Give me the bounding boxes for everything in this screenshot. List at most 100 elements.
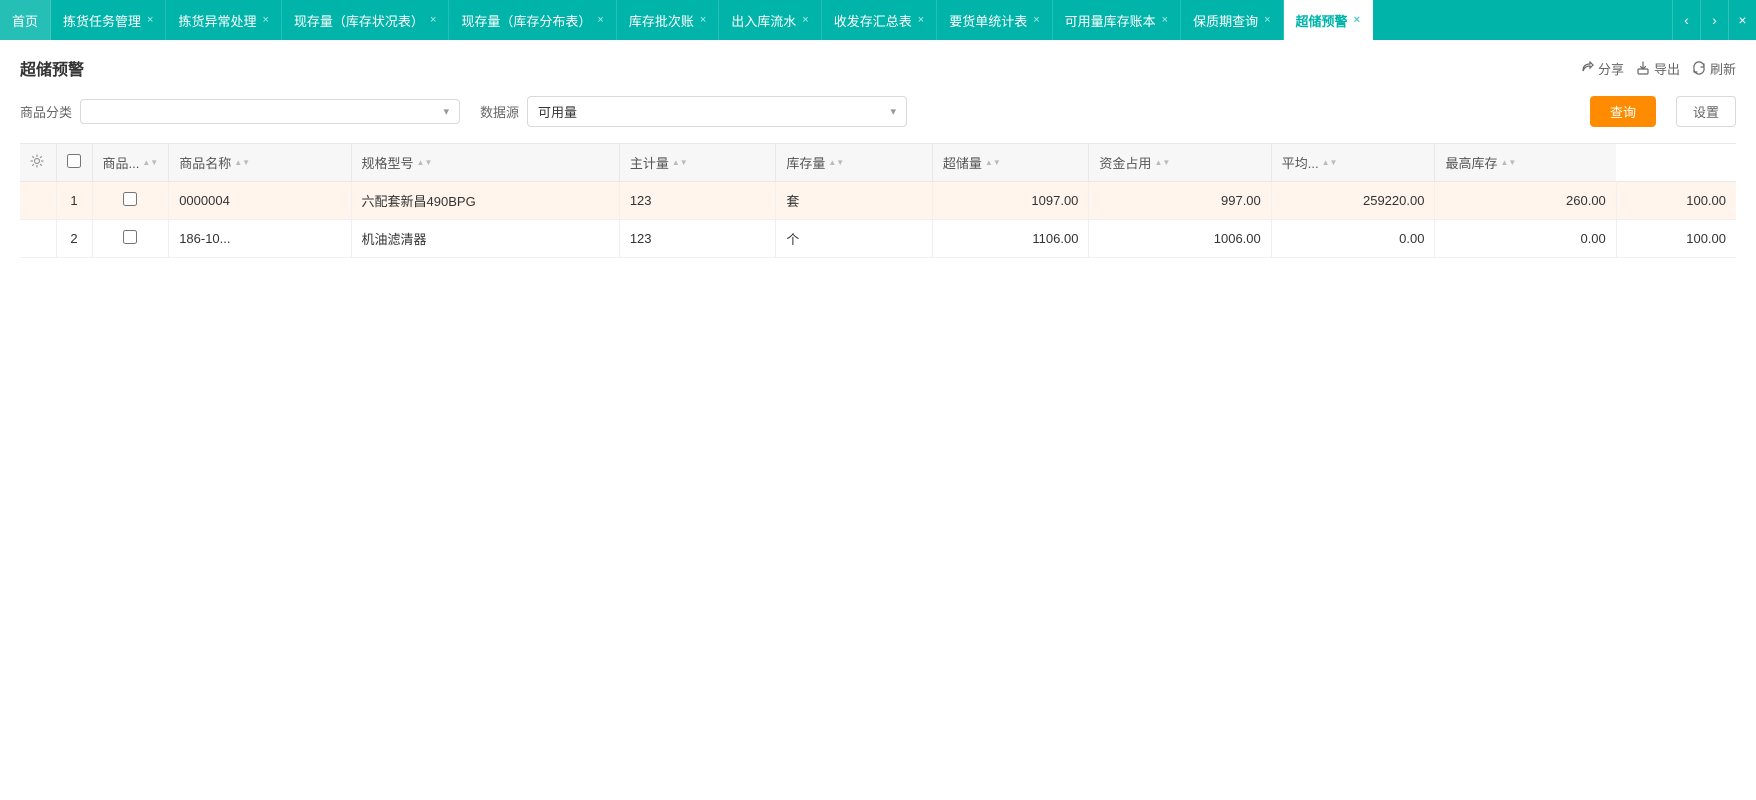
th-stock-sort[interactable]: 库存量 ▲▼ [786, 153, 844, 172]
row-max-stock-1: 100.00 [1616, 220, 1736, 258]
row-checkbox-1[interactable] [123, 230, 137, 244]
share-label: 分享 [1598, 59, 1624, 78]
nav-prev-btn[interactable]: ‹ [1672, 0, 1700, 40]
nav-item-exception[interactable]: 拣货异常处理 × [166, 0, 281, 40]
row-gear-0 [20, 182, 56, 220]
nav-item-stock2[interactable]: 现存量（库存分布表） × [449, 0, 616, 40]
nav-close-demand[interactable]: × [1033, 14, 1039, 26]
data-table: 商品... ▲▼ 商品名称 ▲▼ 规格型号 ▲▼ [20, 143, 1736, 258]
settings-button[interactable]: 设置 [1676, 96, 1736, 127]
query-button[interactable]: 查询 [1590, 96, 1656, 127]
table-header-row: 商品... ▲▼ 商品名称 ▲▼ 规格型号 ▲▼ [20, 144, 1736, 182]
category-select[interactable]: ▾ [80, 99, 460, 124]
export-action[interactable]: 导出 [1636, 59, 1680, 78]
th-max-stock-sort[interactable]: 最高库存 ▲▼ [1445, 153, 1516, 172]
top-navigation: 首页 拣货任务管理 × 拣货异常处理 × 现存量（库存状况表） × 现存量（库存… [0, 0, 1756, 40]
nav-close-stock2[interactable]: × [597, 14, 603, 26]
refresh-action[interactable]: 刷新 [1692, 59, 1736, 78]
row-capital-0: 259220.00 [1271, 182, 1435, 220]
row-gear-1 [20, 220, 56, 258]
th-overstock: 超储量 ▲▼ [932, 144, 1089, 182]
refresh-label: 刷新 [1710, 59, 1736, 78]
row-product-code-0: 0000004 [169, 182, 351, 220]
nav-item-batch[interactable]: 库存批次账 × [617, 0, 719, 40]
row-unit-1: 个 [776, 220, 933, 258]
nav-label-task: 拣货任务管理 [63, 11, 141, 30]
th-overstock-sort[interactable]: 超储量 ▲▼ [943, 153, 1001, 172]
table-body: 1 0000004 六配套新昌490BPG 123 套 1097.00 997.… [20, 182, 1736, 258]
nav-item-summary[interactable]: 收发存汇总表 × [822, 0, 937, 40]
page-actions: 分享 导出 刷新 [1580, 59, 1736, 78]
nav-label-flow: 出入库流水 [731, 11, 796, 30]
nav-close-all-btn[interactable]: × [1728, 0, 1756, 40]
datasource-select[interactable]: 可用量 ▾ [527, 96, 907, 127]
th-unit: 主计量 ▲▼ [619, 144, 776, 182]
th-product-name-sort[interactable]: 商品名称 ▲▼ [179, 153, 250, 172]
nav-close-flow[interactable]: × [802, 14, 808, 26]
nav-close-overstock[interactable]: × [1354, 14, 1360, 26]
page-header: 超储预警 分享 导出 刷新 [20, 56, 1736, 80]
nav-close-expiry[interactable]: × [1264, 14, 1270, 26]
nav-next-btn[interactable]: › [1700, 0, 1728, 40]
nav-close-exception[interactable]: × [262, 14, 268, 26]
row-checkbox-cell-1 [92, 220, 169, 258]
nav-item-available[interactable]: 可用量库存账本 × [1053, 0, 1181, 40]
page-title: 超储预警 [20, 56, 84, 80]
nav-item-task[interactable]: 拣货任务管理 × [51, 0, 166, 40]
row-stock-1: 1106.00 [932, 220, 1089, 258]
share-action[interactable]: 分享 [1580, 59, 1624, 78]
th-max-stock: 最高库存 ▲▼ [1435, 144, 1616, 182]
nav-close-summary[interactable]: × [918, 14, 924, 26]
th-spec-sort[interactable]: 规格型号 ▲▼ [362, 153, 433, 172]
table-row: 2 186-10... 机油滤清器 123 个 1106.00 1006.00 … [20, 220, 1736, 258]
th-stock: 库存量 ▲▼ [776, 144, 933, 182]
row-overstock-0: 997.00 [1089, 182, 1271, 220]
category-filter-group: 商品分类 ▾ [20, 99, 460, 124]
sort-icon-capital: ▲▼ [1154, 158, 1170, 167]
row-checkbox-cell-0 [92, 182, 169, 220]
nav-item-flow[interactable]: 出入库流水 × [719, 0, 821, 40]
row-product-name-0: 六配套新昌490BPG [351, 182, 619, 220]
nav-label-available: 可用量库存账本 [1065, 11, 1156, 30]
nav-label-demand: 要货单统计表 [949, 11, 1027, 30]
th-unit-sort[interactable]: 主计量 ▲▼ [630, 153, 688, 172]
row-avg-0: 260.00 [1435, 182, 1616, 220]
nav-close-stock1[interactable]: × [430, 14, 436, 26]
category-chevron-icon: ▾ [443, 105, 449, 118]
row-max-stock-0: 100.00 [1616, 182, 1736, 220]
nav-close-available[interactable]: × [1162, 14, 1168, 26]
nav-item-expiry[interactable]: 保质期查询 × [1181, 0, 1283, 40]
row-num-0: 1 [56, 182, 92, 220]
nav-item-home[interactable]: 首页 [0, 0, 51, 40]
th-capital-sort[interactable]: 资金占用 ▲▼ [1099, 153, 1170, 172]
export-label: 导出 [1654, 59, 1680, 78]
refresh-icon [1692, 61, 1706, 75]
nav-item-demand[interactable]: 要货单统计表 × [937, 0, 1052, 40]
nav-close-batch[interactable]: × [700, 14, 706, 26]
settings-icon[interactable] [30, 154, 44, 168]
row-product-code-1: 186-10... [169, 220, 351, 258]
th-avg: 平均... ▲▼ [1271, 144, 1435, 182]
th-avg-sort[interactable]: 平均... ▲▼ [1282, 153, 1338, 172]
sort-icon-max-stock: ▲▼ [1500, 158, 1516, 167]
sort-icon-name: ▲▼ [234, 158, 250, 167]
datasource-chevron-icon: ▾ [891, 105, 897, 118]
th-gear [20, 144, 56, 182]
select-all-checkbox[interactable] [67, 154, 81, 168]
row-unit-0: 套 [776, 182, 933, 220]
nav-close-task[interactable]: × [147, 14, 153, 26]
table-row: 1 0000004 六配套新昌490BPG 123 套 1097.00 997.… [20, 182, 1736, 220]
nav-label-overstock: 超储预警 [1296, 11, 1348, 30]
th-product-name: 商品名称 ▲▼ [169, 144, 351, 182]
sort-icon-avg: ▲▼ [1322, 158, 1338, 167]
th-product-code-sort[interactable]: 商品... ▲▼ [103, 153, 159, 172]
category-label: 商品分类 [20, 102, 72, 121]
nav-item-stock1[interactable]: 现存量（库存状况表） × [282, 0, 449, 40]
nav-item-overstock[interactable]: 超储预警 × [1284, 0, 1373, 40]
export-icon [1636, 61, 1650, 75]
row-checkbox-0[interactable] [123, 192, 137, 206]
row-avg-1: 0.00 [1435, 220, 1616, 258]
sort-icon-unit: ▲▼ [672, 158, 688, 167]
sort-icon-stock: ▲▼ [828, 158, 844, 167]
th-capital: 资金占用 ▲▼ [1089, 144, 1271, 182]
